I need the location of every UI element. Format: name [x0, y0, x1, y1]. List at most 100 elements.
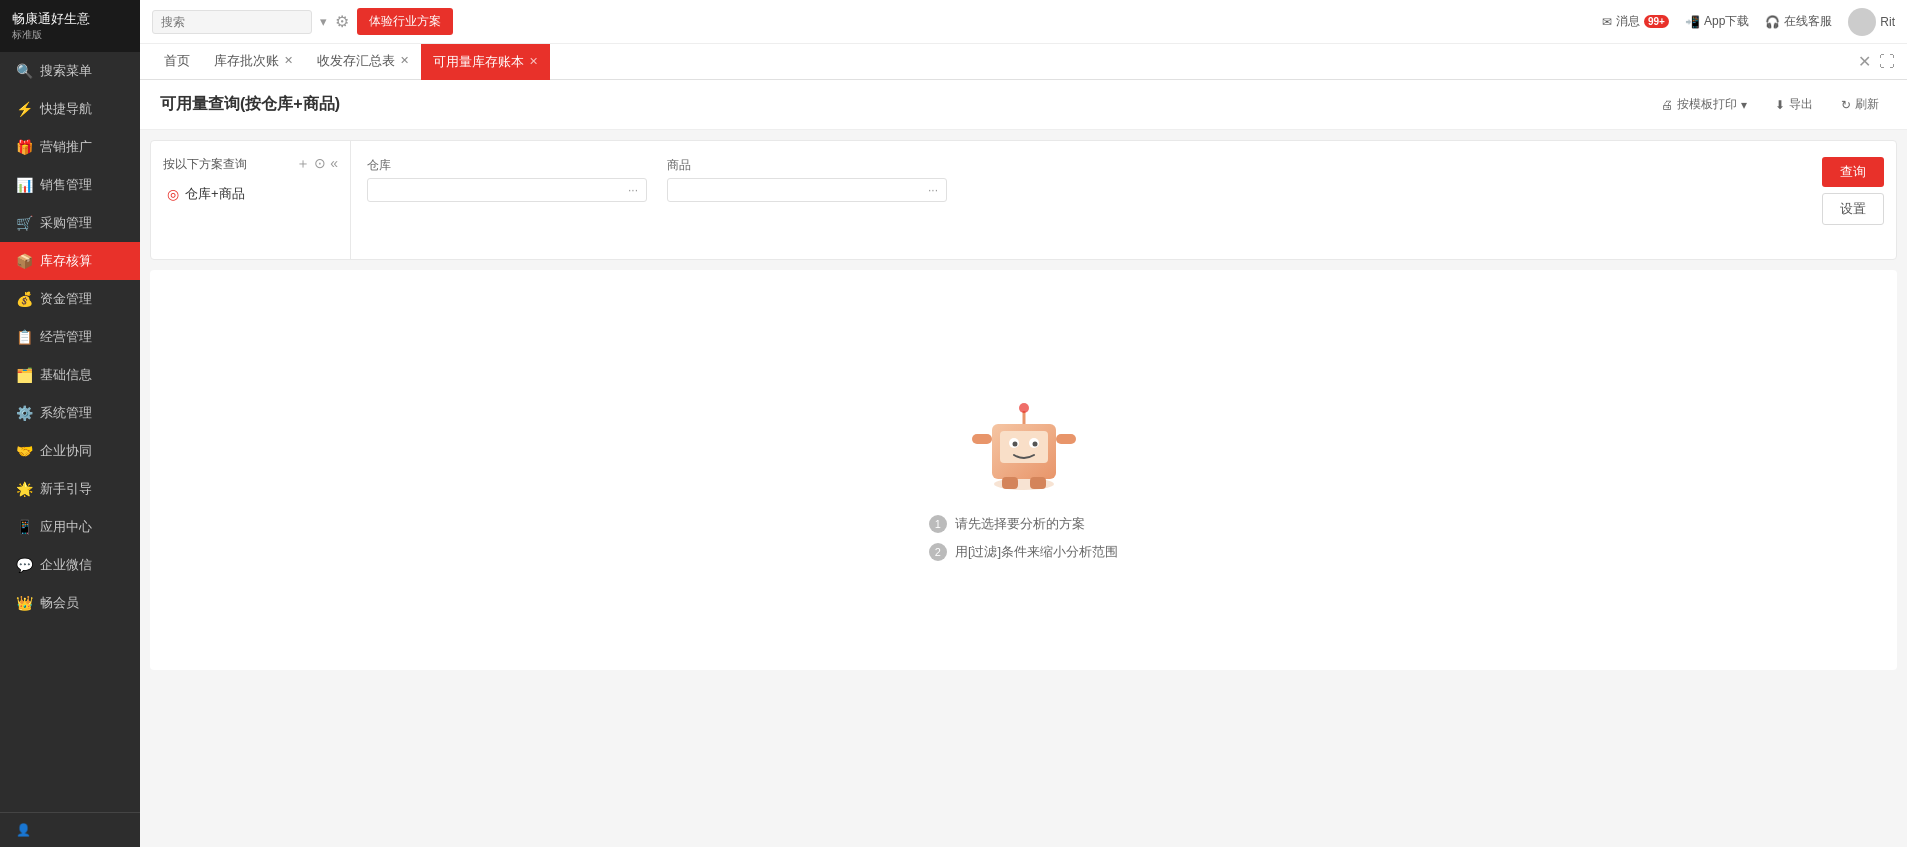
- goods-input-wrapper: ···: [667, 178, 947, 202]
- online-service-label: 在线客服: [1784, 13, 1832, 30]
- page-header-actions: 🖨 按模板打印 ▾ ⬇ 导出 ↻ 刷新: [1653, 92, 1887, 117]
- print-btn[interactable]: 🖨 按模板打印 ▾: [1653, 92, 1755, 117]
- sidebar-item-enterprise[interactable]: 🤝 企业协同: [0, 432, 140, 470]
- sidebar-item-operation[interactable]: 📋 经营管理: [0, 318, 140, 356]
- sidebar-item-marketing[interactable]: 🎁 营销推广: [0, 128, 140, 166]
- sidebar-item-vip[interactable]: 👑 畅会员: [0, 584, 140, 622]
- gear-icon[interactable]: ⚙: [335, 12, 349, 31]
- sidebar-item-label: 搜索菜单: [40, 62, 92, 80]
- app-download-btn[interactable]: 📲 App下载: [1685, 13, 1749, 30]
- newguide-icon: 🌟: [16, 481, 32, 497]
- sidebar-item-appstore[interactable]: 📱 应用中心: [0, 508, 140, 546]
- search-input[interactable]: [152, 10, 312, 34]
- dropdown-icon[interactable]: ▾: [320, 14, 327, 29]
- sidebar-item-label: 采购管理: [40, 214, 92, 232]
- tab-close-icon[interactable]: ✕: [284, 54, 293, 67]
- tab-label: 可用量库存账本: [433, 53, 524, 71]
- tab-home[interactable]: 首页: [152, 44, 202, 80]
- query-btn[interactable]: 查询: [1822, 157, 1884, 187]
- settings-scheme-icon[interactable]: ⊙: [314, 155, 326, 173]
- tip-num-1: 1: [929, 515, 947, 533]
- scheme-item-warehouse-goods[interactable]: ◎ 仓库+商品: [151, 177, 350, 211]
- search-icon: 🔍: [16, 63, 32, 79]
- tab-batch-ledger[interactable]: 库存批次账 ✕: [202, 44, 305, 80]
- tab-label: 库存批次账: [214, 52, 279, 70]
- sidebar-item-label: 销售管理: [40, 176, 92, 194]
- svg-point-6: [1032, 442, 1037, 447]
- tab-close-icon[interactable]: ✕: [529, 55, 538, 68]
- svg-rect-10: [1056, 434, 1076, 444]
- basic-icon: 🗂️: [16, 367, 32, 383]
- app-version: 标准版: [12, 28, 128, 42]
- export-btn[interactable]: ⬇ 导出: [1767, 92, 1821, 117]
- sidebar-item-label: 新手引导: [40, 480, 92, 498]
- tabs-close-btn[interactable]: ✕: [1858, 52, 1871, 71]
- add-scheme-icon[interactable]: ＋: [296, 155, 310, 173]
- goods-input[interactable]: [676, 183, 922, 197]
- sidebar-item-label: 资金管理: [40, 290, 92, 308]
- topbar: ▾ ⚙ 体验行业方案 ✉ 消息 99+ 📲 App下载 🎧 在线客服 Rit: [140, 0, 1907, 44]
- sidebar-item-purchase[interactable]: 🛒 采购管理: [0, 204, 140, 242]
- settings-btn[interactable]: 设置: [1822, 193, 1884, 225]
- sidebar-item-search[interactable]: 🔍 搜索菜单: [0, 52, 140, 90]
- sidebar-item-label: 系统管理: [40, 404, 92, 422]
- page: 可用量查询(按仓库+商品) 🖨 按模板打印 ▾ ⬇ 导出 ↻ 刷新: [140, 80, 1907, 847]
- query-panel: 按以下方案查询 ＋ ⊙ « ◎ 仓库+商品 仓库: [150, 140, 1897, 260]
- tab-close-icon[interactable]: ✕: [400, 54, 409, 67]
- app-name: 畅康通好生意: [12, 10, 128, 28]
- online-service-btn[interactable]: 🎧 在线客服: [1765, 13, 1832, 30]
- sidebar-scroll: 🔍 搜索菜单 ⚡ 快捷导航 🎁 营销推广 📊 销售管理 🛒 采购管理 📦 库存核…: [0, 52, 140, 812]
- inventory-icon: 📦: [16, 253, 32, 269]
- system-icon: ⚙️: [16, 405, 32, 421]
- goods-more-icon[interactable]: ···: [928, 183, 938, 197]
- tab-label: 收发存汇总表: [317, 52, 395, 70]
- topbar-left: ▾ ⚙ 体验行业方案: [152, 8, 1592, 35]
- message-icon: ✉: [1602, 15, 1612, 29]
- print-icon: 🖨: [1661, 98, 1673, 112]
- tab-available-inventory[interactable]: 可用量库存账本 ✕: [421, 44, 550, 80]
- refresh-btn[interactable]: ↻ 刷新: [1833, 92, 1887, 117]
- sidebar-item-label: 库存核算: [40, 252, 92, 270]
- query-sidebar-header: 按以下方案查询 ＋ ⊙ «: [151, 151, 350, 177]
- sidebar-item-wecom[interactable]: 💬 企业微信: [0, 546, 140, 584]
- vip-icon: 👑: [16, 595, 32, 611]
- message-badge: 99+: [1644, 15, 1669, 28]
- empty-state: 1 请先选择要分析的方案 2 用[过滤]条件来缩小分析范围: [150, 270, 1897, 670]
- app-logo: 畅康通好生意 标准版: [0, 0, 140, 52]
- sidebar-item-system[interactable]: ⚙️ 系统管理: [0, 394, 140, 432]
- sidebar-item-quicknav[interactable]: ⚡ 快捷导航: [0, 90, 140, 128]
- main-content: ▾ ⚙ 体验行业方案 ✉ 消息 99+ 📲 App下载 🎧 在线客服 Rit: [140, 0, 1907, 847]
- warehouse-more-icon[interactable]: ···: [628, 183, 638, 197]
- warehouse-label: 仓库: [367, 157, 647, 174]
- service-icon: 🎧: [1765, 15, 1780, 29]
- export-label: 导出: [1789, 96, 1813, 113]
- tab-bar: 首页 库存批次账 ✕ 收发存汇总表 ✕ 可用量库存账本 ✕ ✕ ⛶: [140, 44, 1907, 80]
- sidebar-item-finance[interactable]: 💰 资金管理: [0, 280, 140, 318]
- finance-icon: 💰: [16, 291, 32, 307]
- sidebar-item-inventory[interactable]: 📦 库存核算: [0, 242, 140, 280]
- username-label: Rit: [1880, 15, 1895, 29]
- goods-field: 商品 ···: [667, 157, 947, 202]
- tab-summary[interactable]: 收发存汇总表 ✕: [305, 44, 421, 80]
- warehouse-field: 仓库 ···: [367, 157, 647, 202]
- sales-icon: 📊: [16, 177, 32, 193]
- sidebar-item-label: 畅会员: [40, 594, 79, 612]
- sidebar-item-sales[interactable]: 📊 销售管理: [0, 166, 140, 204]
- tip-text-1: 请先选择要分析的方案: [955, 515, 1085, 533]
- sidebar: 畅康通好生意 标准版 🔍 搜索菜单 ⚡ 快捷导航 🎁 营销推广 📊 销售管理 🛒…: [0, 0, 140, 847]
- app-download-label: App下载: [1704, 13, 1749, 30]
- empty-tip-1: 1 请先选择要分析的方案: [929, 515, 1118, 533]
- user-avatar-btn[interactable]: Rit: [1848, 8, 1895, 36]
- warehouse-input[interactable]: [376, 183, 622, 197]
- message-btn[interactable]: ✉ 消息 99+: [1602, 13, 1669, 30]
- sidebar-item-newguide[interactable]: 🌟 新手引导: [0, 470, 140, 508]
- sidebar-item-label: 企业协同: [40, 442, 92, 460]
- tabs-expand-btn[interactable]: ⛶: [1879, 53, 1895, 71]
- svg-point-5: [1012, 442, 1017, 447]
- industry-btn[interactable]: 体验行业方案: [357, 8, 453, 35]
- empty-tips: 1 请先选择要分析的方案 2 用[过滤]条件来缩小分析范围: [929, 515, 1118, 561]
- query-sidebar-title: 按以下方案查询: [163, 156, 247, 173]
- collapse-icon[interactable]: «: [330, 155, 338, 173]
- sidebar-item-basic[interactable]: 🗂️ 基础信息: [0, 356, 140, 394]
- purchase-icon: 🛒: [16, 215, 32, 231]
